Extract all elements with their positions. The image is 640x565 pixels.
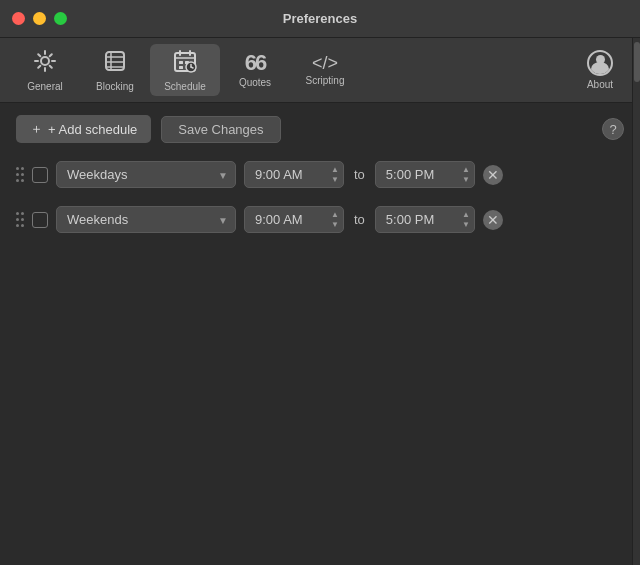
handle-dot [21,218,24,221]
add-schedule-label: + Add schedule [48,122,137,137]
handle-dot [16,179,19,182]
start-time-down-1[interactable]: ▼ [328,175,342,185]
start-time-wrapper-1: 9:00 AM ▲ ▼ [244,161,344,188]
general-icon [32,48,58,78]
maximize-button[interactable] [54,12,67,25]
end-time-down-2[interactable]: ▼ [459,220,473,230]
blocking-label: Blocking [96,81,134,92]
about-label: About [587,79,613,90]
svg-rect-12 [179,66,183,69]
to-label-2: to [352,212,367,227]
toolbar-item-quotes[interactable]: 66 Quotes [220,48,290,92]
about-icon [587,50,613,76]
quotes-label: Quotes [239,77,271,88]
window-title: Preferences [283,11,357,26]
add-schedule-button[interactable]: ＋ + Add schedule [16,115,151,143]
start-time-wrapper-2: 9:00 AM ▲ ▼ [244,206,344,233]
close-button[interactable] [12,12,25,25]
save-changes-button[interactable]: Save Changes [161,116,280,143]
toolbar: General Blocking [0,38,640,103]
end-time-wrapper-1: 5:00 PM ▲ ▼ [375,161,475,188]
scripting-label: Scripting [306,75,345,86]
day-select-wrapper-1: Weekdays Weekends Every Day Monday Tuesd… [56,161,236,188]
start-time-down-2[interactable]: ▼ [328,220,342,230]
drag-handle-1[interactable] [16,167,24,182]
remove-schedule-1[interactable]: ✕ [483,165,503,185]
plus-icon: ＋ [30,120,43,138]
svg-point-0 [41,57,49,65]
start-time-stepper-2: ▲ ▼ [328,210,342,230]
svg-line-15 [191,67,193,68]
blocking-icon [102,48,128,78]
scrollbar[interactable] [632,38,640,565]
schedule-icon [172,48,198,78]
handle-dot [16,224,19,227]
schedule-checkbox-2[interactable] [32,212,48,228]
end-time-wrapper-2: 5:00 PM ▲ ▼ [375,206,475,233]
drag-handle-2[interactable] [16,212,24,227]
title-bar: Preferences [0,0,640,38]
scroll-thumb[interactable] [634,42,640,82]
handle-dot [21,167,24,170]
schedule-checkbox-1[interactable] [32,167,48,183]
schedule-label: Schedule [164,81,206,92]
to-label-1: to [352,167,367,182]
toolbar-item-scripting[interactable]: </> Scripting [290,50,360,90]
minimize-button[interactable] [33,12,46,25]
toolbar-item-blocking[interactable]: Blocking [80,44,150,96]
window-controls [12,12,67,25]
schedule-row-2: Weekdays Weekends Every Day Monday Tuesd… [16,202,624,237]
quotes-icon: 66 [245,52,265,74]
start-time-stepper-1: ▲ ▼ [328,165,342,185]
handle-dot [16,218,19,221]
handle-dot [21,179,24,182]
content-area: ＋ + Add schedule Save Changes ? [0,103,640,259]
scripting-icon: </> [312,54,338,72]
remove-schedule-2[interactable]: ✕ [483,210,503,230]
handle-dot [16,167,19,170]
start-time-up-2[interactable]: ▲ [328,210,342,220]
general-label: General [27,81,63,92]
handle-dot [21,212,24,215]
help-button[interactable]: ? [602,118,624,140]
toolbar-item-schedule[interactable]: Schedule [150,44,220,96]
handle-dot [16,173,19,176]
handle-dot [21,224,24,227]
end-time-stepper-2: ▲ ▼ [459,210,473,230]
handle-dot [21,173,24,176]
end-time-up-1[interactable]: ▲ [459,165,473,175]
schedule-row: Weekdays Weekends Every Day Monday Tuesd… [16,157,624,192]
toolbar-item-general[interactable]: General [10,44,80,96]
end-time-down-1[interactable]: ▼ [459,175,473,185]
day-select-2[interactable]: Weekdays Weekends Every Day Monday Tuesd… [56,206,236,233]
toolbar-item-about[interactable]: About [570,46,630,94]
end-time-stepper-1: ▲ ▼ [459,165,473,185]
handle-dot [16,212,19,215]
start-time-up-1[interactable]: ▲ [328,165,342,175]
svg-rect-10 [179,61,183,64]
day-select-1[interactable]: Weekdays Weekends Every Day Monday Tuesd… [56,161,236,188]
end-time-up-2[interactable]: ▲ [459,210,473,220]
action-bar: ＋ + Add schedule Save Changes ? [16,115,624,143]
day-select-wrapper-2: Weekdays Weekends Every Day Monday Tuesd… [56,206,236,233]
